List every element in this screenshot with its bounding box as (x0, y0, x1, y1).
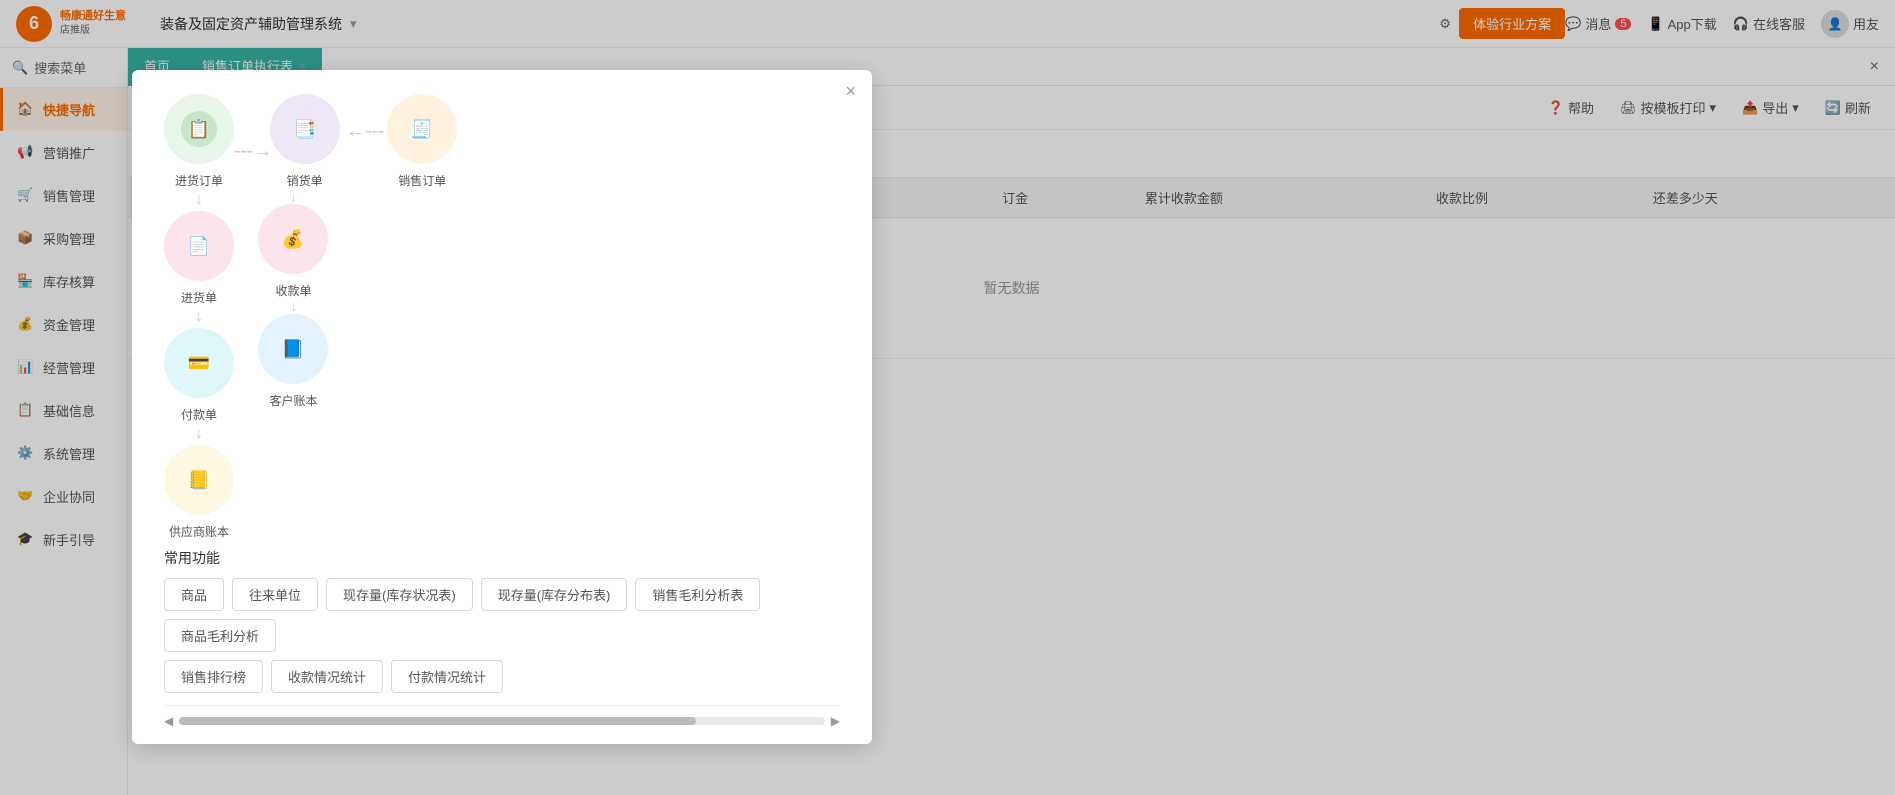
node-sales-order[interactable]: 🧾 销售订单 (387, 94, 457, 189)
top-row: 📑 销货单 ← - - - 🧾 销售订单 (270, 94, 458, 189)
node-customer-ledger-label: 客户账本 (269, 392, 317, 409)
payment-bill-icon: 💳 (164, 328, 234, 398)
arrow-down-2: ↓ (195, 308, 203, 326)
node-sales-bill-label: 销货单 (287, 172, 323, 189)
customer-ledger-icon: 📘 (258, 314, 328, 384)
arrow-down-sb: ↓ (290, 189, 297, 204)
func-btn-goods[interactable]: 商品 (164, 578, 224, 611)
purchase-order-icon: 📋 (164, 94, 234, 164)
svg-text:📋: 📋 (188, 118, 210, 139)
purchase-bill-icon: 📄 (164, 211, 234, 281)
node-purchase-order-label: 进货订单 (175, 172, 223, 189)
modal-close-btn[interactable]: × (845, 82, 856, 100)
func-btn-stock-dist[interactable]: 现存量(库存分布表) (481, 578, 628, 611)
svg-text:💰: 💰 (282, 228, 304, 250)
func-btn-goods-margin[interactable]: 商品毛利分析 (164, 619, 276, 652)
supplier-ledger-icon: 📒 (164, 445, 234, 515)
svg-text:💳: 💳 (188, 353, 210, 373)
node-payment-bill-label: 付款单 (181, 406, 217, 423)
node-sales-bill[interactable]: 📑 销货单 (270, 94, 340, 189)
scroll-left-btn[interactable]: ◀ (164, 714, 173, 728)
arrow-down-3: ↓ (195, 425, 203, 443)
func-btn-partners[interactable]: 往来单位 (232, 578, 318, 611)
arrow-down-rb: ↓ (290, 299, 297, 314)
flow-modal: × 📋 进货订单 ↓ 📄 进货单 (132, 70, 872, 744)
node-supplier-ledger[interactable]: 📒 供应商账本 (164, 445, 234, 540)
flow-diagram: 📋 进货订单 ↓ 📄 进货单 ↓ 💳 (164, 94, 840, 540)
svg-text:📒: 📒 (188, 470, 210, 490)
modal-overlay: × 📋 进货订单 ↓ 📄 进货单 (0, 0, 1895, 795)
flow-col-left: 📋 进货订单 ↓ 📄 进货单 ↓ 💳 (164, 94, 234, 540)
node-purchase-bill[interactable]: 📄 进货单 (164, 211, 234, 306)
receipt-bill-icon: 💰 (258, 204, 328, 274)
node-customer-ledger[interactable]: 📘 客户账本 (258, 314, 328, 409)
common-functions-section: 常用功能 商品 往来单位 现存量(库存状况表) 现存量(库存分布表) 销售毛利分… (164, 548, 840, 693)
sales-order-icon: 🧾 (387, 94, 457, 164)
node-sales-order-label: 销售订单 (398, 172, 446, 189)
flow-col-right: 📑 销货单 ← - - - 🧾 销售订单 (270, 94, 458, 409)
node-supplier-ledger-label: 供应商账本 (169, 523, 229, 540)
svg-text:📑: 📑 (293, 118, 315, 139)
func-btn-sales-margin[interactable]: 销售毛利分析表 (635, 578, 760, 611)
sales-bill-icon: 📑 (270, 94, 340, 164)
scroll-thumb (179, 717, 695, 725)
h-arrow-purchase: - - - → (234, 116, 270, 186)
h-arrow-sales: ← - - - (340, 120, 388, 163)
svg-text:📘: 📘 (282, 339, 304, 359)
node-receipt-bill[interactable]: 💰 收款单 (258, 204, 328, 299)
func-btns-row2: 销售排行榜 收款情况统计 付款情况统计 (164, 660, 840, 693)
scroll-right-btn[interactable]: ▶ (831, 714, 840, 728)
func-btn-sales-rank[interactable]: 销售排行榜 (164, 660, 263, 693)
arrow-down-1: ↓ (195, 191, 203, 209)
svg-text:🧾: 🧾 (411, 118, 433, 139)
node-receipt-bill-label: 收款单 (275, 282, 311, 299)
node-payment-bill[interactable]: 💳 付款单 (164, 328, 234, 423)
func-btns-row1: 商品 往来单位 现存量(库存状况表) 现存量(库存分布表) 销售毛利分析表 商品… (164, 578, 840, 652)
node-purchase-order[interactable]: 📋 进货订单 (164, 94, 234, 189)
scroll-track[interactable] (179, 717, 825, 725)
common-func-title: 常用功能 (164, 548, 840, 568)
func-btn-payment-stat[interactable]: 付款情况统计 (391, 660, 503, 693)
svg-text:📄: 📄 (188, 235, 210, 256)
func-btn-receipt-stat[interactable]: 收款情况统计 (271, 660, 383, 693)
node-purchase-bill-label: 进货单 (181, 289, 217, 306)
func-btn-stock-status[interactable]: 现存量(库存状况表) (326, 578, 473, 611)
modal-scrollbar: ◀ ▶ (164, 705, 840, 728)
